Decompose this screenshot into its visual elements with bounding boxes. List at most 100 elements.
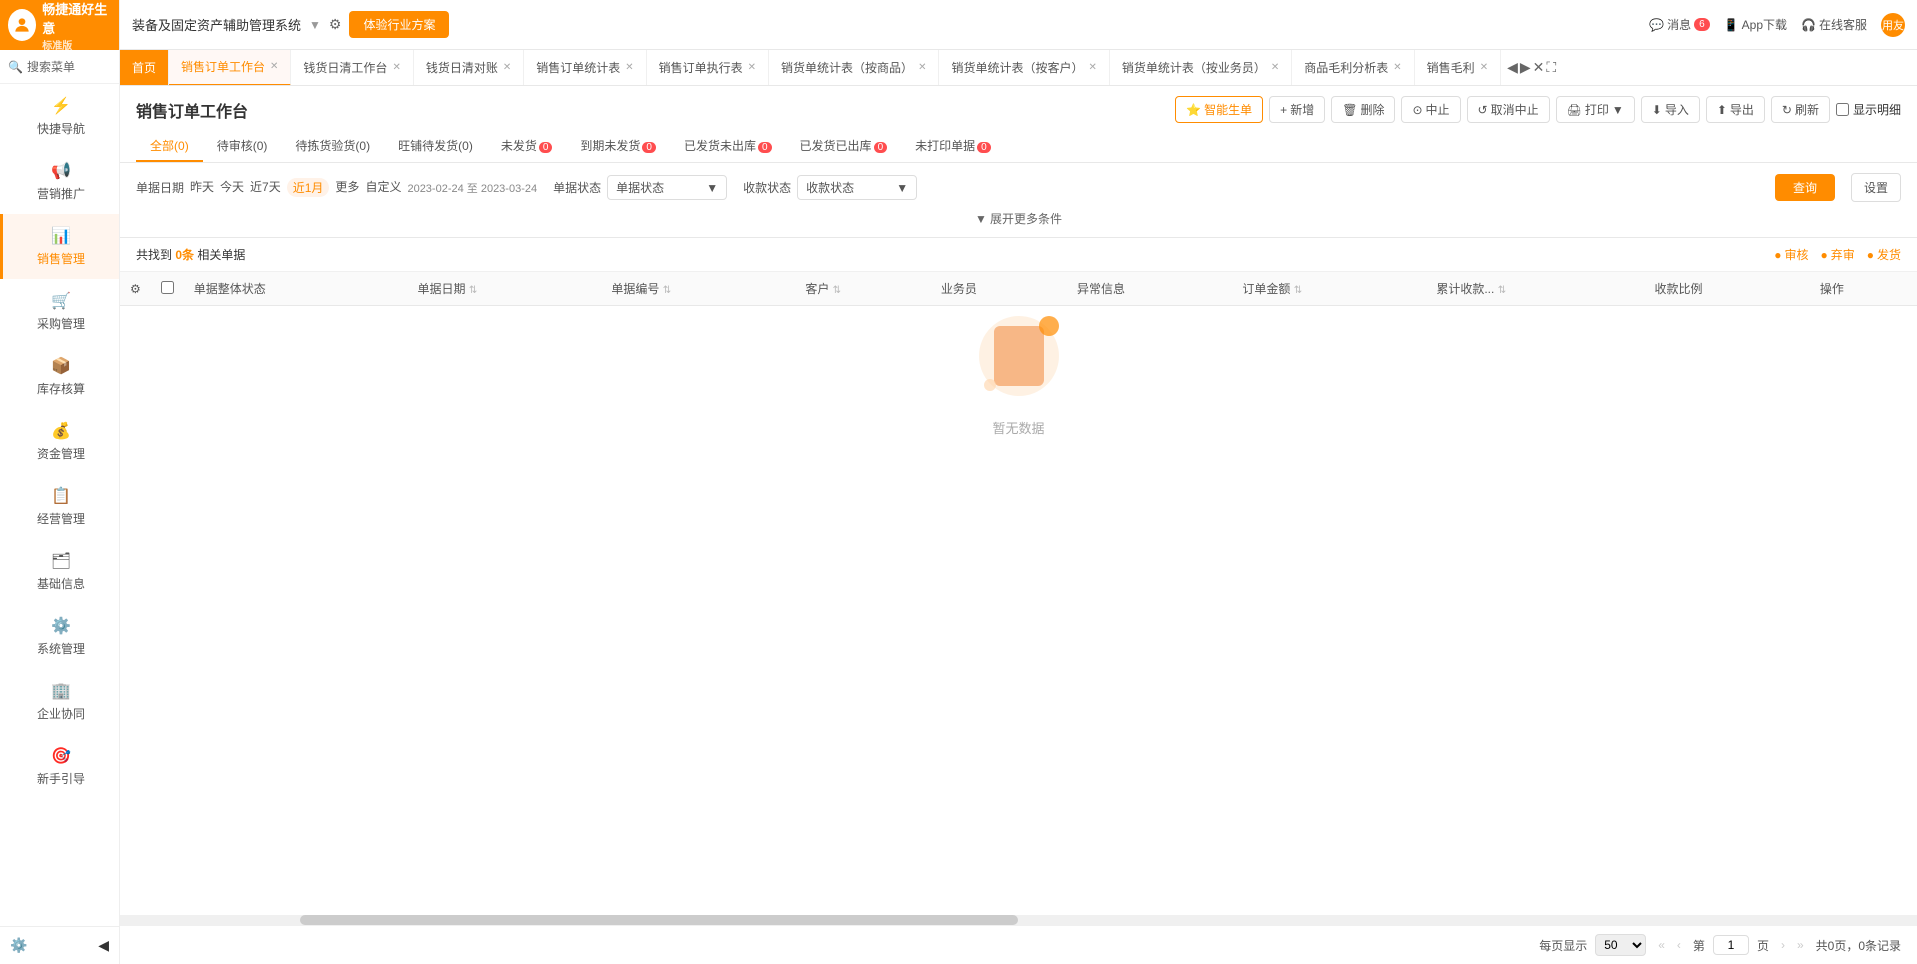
sidebar-item-inventory[interactable]: 📦 库存核算 bbox=[0, 344, 119, 409]
tab-close-sales-summary-product[interactable]: ✕ bbox=[918, 62, 926, 73]
tab-sales-profit[interactable]: 销售毛利 ✕ bbox=[1415, 50, 1501, 86]
tab-close-sales-profit[interactable]: ✕ bbox=[1480, 62, 1488, 73]
page-input[interactable] bbox=[1713, 935, 1749, 955]
horizontal-scrollbar[interactable] bbox=[120, 915, 1917, 925]
cancel-review-action[interactable]: ● 弃审 bbox=[1820, 246, 1854, 263]
col-status: 单据整体状态 bbox=[184, 272, 408, 306]
tab-close-sales-exec[interactable]: ✕ bbox=[748, 62, 756, 73]
status-select[interactable]: 单据状态 ▼ bbox=[607, 175, 727, 200]
sidebar-item-sales[interactable]: 📊 销售管理 bbox=[0, 214, 119, 279]
sales-icon: 📊 bbox=[51, 226, 71, 246]
tab-sales-stats[interactable]: 销售订单统计表 ✕ bbox=[524, 50, 646, 86]
sidebar-item-finance[interactable]: 💰 资金管理 bbox=[0, 409, 119, 474]
sub-tab-not-printed[interactable]: 未打印单据0 bbox=[901, 131, 1005, 162]
tab-close-product-profit[interactable]: ✕ bbox=[1393, 62, 1401, 73]
sidebar-item-guide[interactable]: 🎯 新手引导 bbox=[0, 734, 119, 799]
tab-close-sales-order[interactable]: ✕ bbox=[270, 61, 278, 72]
expand-btn[interactable]: ▼ 展开更多条件 bbox=[975, 210, 1062, 227]
scrollbar-thumb[interactable] bbox=[300, 915, 1019, 925]
query-btn[interactable]: 查询 bbox=[1775, 174, 1835, 201]
online-service-btn[interactable]: 🎧 在线客服 bbox=[1801, 16, 1867, 33]
tab-close-all-btn[interactable]: ✕ bbox=[1533, 59, 1545, 76]
tab-sales-exec[interactable]: 销售订单执行表 ✕ bbox=[647, 50, 769, 86]
sidebar-item-system[interactable]: ⚙️ 系统管理 bbox=[0, 604, 119, 669]
sidebar-item-marketing[interactable]: 📢 营销推广 bbox=[0, 149, 119, 214]
tab-next-btn[interactable]: ▶ bbox=[1520, 59, 1531, 76]
sub-tab-overdue-not-shipped[interactable]: 到期未发货0 bbox=[566, 131, 670, 162]
date-today[interactable]: 今天 bbox=[220, 178, 244, 197]
date-custom[interactable]: 自定义 bbox=[365, 178, 401, 197]
date-1month[interactable]: 近1月 bbox=[287, 178, 330, 197]
col-date[interactable]: 单据日期 ⇅ bbox=[408, 272, 602, 306]
delete-btn[interactable]: 🗑 删除 bbox=[1331, 96, 1395, 123]
sub-tab-pending-check[interactable]: 待拣货验货(0) bbox=[281, 131, 384, 162]
sub-tab-shipped-out[interactable]: 已发货已出库0 bbox=[786, 131, 902, 162]
dropdown-icon[interactable]: ▼ bbox=[309, 18, 321, 32]
sidebar-item-operations[interactable]: 📋 经营管理 bbox=[0, 474, 119, 539]
tab-close-cash-reconcile[interactable]: ✕ bbox=[503, 62, 511, 73]
refresh-btn[interactable]: ↻ 刷新 bbox=[1771, 96, 1830, 123]
sub-tab-all[interactable]: 全部(0) bbox=[136, 131, 203, 162]
message-btn[interactable]: 💬 消息 6 bbox=[1649, 16, 1710, 33]
date-more[interactable]: 更多 bbox=[335, 178, 359, 197]
sub-tab-not-shipped[interactable]: 未发货0 bbox=[487, 131, 567, 162]
last-page-btn[interactable]: » bbox=[1793, 936, 1808, 954]
tab-cash-reconcile[interactable]: 钱货日清对账 ✕ bbox=[414, 50, 524, 86]
tab-sales-summary-customer[interactable]: 销货单统计表（按客户） ✕ bbox=[939, 50, 1109, 86]
page-label-post: 页 bbox=[1753, 935, 1773, 956]
tab-sales-summary-product[interactable]: 销货单统计表（按商品） ✕ bbox=[769, 50, 939, 86]
review-action[interactable]: ● 审核 bbox=[1774, 246, 1808, 263]
suspend-btn[interactable]: ⊙ 中止 bbox=[1401, 96, 1460, 123]
sidebar-item-quick-nav[interactable]: ⚡ 快捷导航 bbox=[0, 84, 119, 149]
table-scroll-container[interactable]: ⚙ 单据整体状态 单据日期 ⇅ 单据编号 ⇅ 客户 ⇅ 业务员 异常信息 订单金… bbox=[120, 272, 1917, 915]
tab-sales-summary-staff[interactable]: 销货单统计表（按业务员） ✕ bbox=[1110, 50, 1292, 86]
tab-close-cash-daily[interactable]: ✕ bbox=[392, 62, 400, 73]
cancel-suspend-btn[interactable]: ↺ 取消中止 bbox=[1467, 96, 1550, 123]
tab-prev-btn[interactable]: ◀ bbox=[1507, 59, 1518, 76]
show-detail-label[interactable]: 显示明细 bbox=[1836, 101, 1901, 118]
collapse-icon[interactable]: ◀ bbox=[98, 937, 109, 954]
page-size-select[interactable]: 10 20 50 100 bbox=[1595, 934, 1646, 956]
next-page-btn[interactable]: › bbox=[1777, 936, 1789, 954]
tab-maximize-btn[interactable]: ⛶ bbox=[1546, 59, 1556, 76]
col-amount[interactable]: 订单金额 ⇅ bbox=[1232, 272, 1426, 306]
first-page-btn[interactable]: « bbox=[1654, 936, 1669, 954]
sidebar-item-purchase[interactable]: 🛒 采购管理 bbox=[0, 279, 119, 344]
industry-btn[interactable]: 体验行业方案 bbox=[349, 11, 449, 38]
tab-product-profit[interactable]: 商品毛利分析表 ✕ bbox=[1292, 50, 1414, 86]
date-yesterday[interactable]: 昨天 bbox=[190, 178, 214, 197]
tab-close-sales-stats[interactable]: ✕ bbox=[625, 62, 633, 73]
col-number[interactable]: 单据编号 ⇅ bbox=[601, 272, 795, 306]
col-gear[interactable]: ⚙ bbox=[120, 272, 151, 306]
app-download-btn[interactable]: 📱 App下载 bbox=[1724, 16, 1787, 33]
sub-tab-shipped-not-out[interactable]: 已发货未出库0 bbox=[670, 131, 786, 162]
col-customer[interactable]: 客户 ⇅ bbox=[795, 272, 931, 306]
setting-btn[interactable]: 设置 bbox=[1851, 173, 1901, 202]
col-checkbox[interactable] bbox=[151, 272, 184, 306]
tab-cash-daily[interactable]: 钱货日清工作台 ✕ bbox=[291, 50, 413, 86]
tab-sales-order[interactable]: 销售订单工作台 ✕ bbox=[169, 50, 291, 86]
tab-close-sales-summary-staff[interactable]: ✕ bbox=[1271, 62, 1279, 73]
show-detail-checkbox[interactable] bbox=[1836, 103, 1849, 116]
tab-home[interactable]: 首页 bbox=[120, 50, 169, 86]
print-btn[interactable]: 🖨 打印 ▼ bbox=[1556, 96, 1635, 123]
sub-tab-wangpu-delivery[interactable]: 旺铺待发货(0) bbox=[384, 131, 487, 162]
user-btn[interactable]: 用友 bbox=[1881, 13, 1905, 37]
col-collected[interactable]: 累计收款... ⇅ bbox=[1426, 272, 1644, 306]
tab-close-sales-summary-customer[interactable]: ✕ bbox=[1088, 62, 1096, 73]
settings-gear-icon[interactable]: ⚙ bbox=[329, 16, 342, 33]
export-btn[interactable]: ⬆ 导出 bbox=[1706, 96, 1765, 123]
sidebar-item-enterprise[interactable]: 🏢 企业协同 bbox=[0, 669, 119, 734]
add-btn[interactable]: + 新增 bbox=[1269, 96, 1325, 123]
sub-tab-pending-review[interactable]: 待审核(0) bbox=[203, 131, 282, 162]
sidebar-item-basic-info[interactable]: 🗂 基础信息 bbox=[0, 539, 119, 604]
ship-action[interactable]: ● 发货 bbox=[1867, 246, 1901, 263]
smart-create-btn[interactable]: ⭐ 智能生单 bbox=[1175, 96, 1263, 123]
payment-select[interactable]: 收款状态 ▼ bbox=[797, 175, 917, 200]
settings-icon[interactable]: ⚙️ bbox=[10, 937, 27, 954]
search-menu[interactable]: 🔍 搜索菜单 bbox=[0, 50, 119, 84]
date-7days[interactable]: 近7天 bbox=[250, 178, 281, 197]
prev-page-btn[interactable]: ‹ bbox=[1673, 936, 1685, 954]
import-btn[interactable]: ⬇ 导入 bbox=[1641, 96, 1700, 123]
select-all-checkbox[interactable] bbox=[161, 281, 174, 294]
